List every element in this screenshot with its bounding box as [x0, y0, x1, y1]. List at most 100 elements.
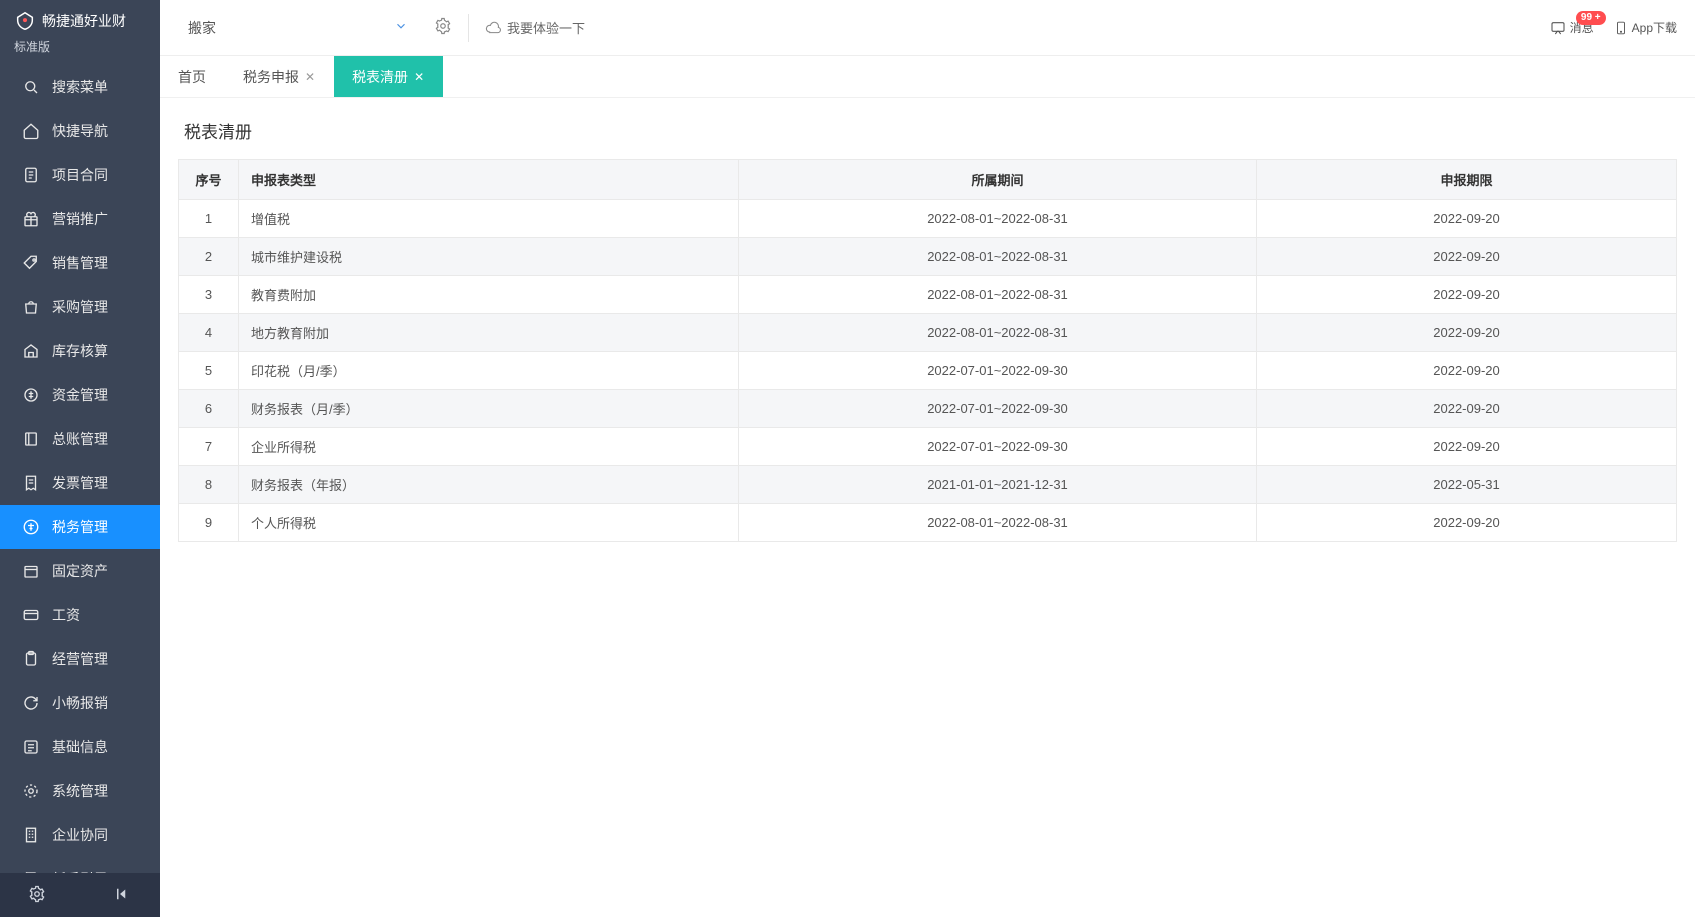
topbar-right: 消息 99 + App下载 — [1550, 19, 1677, 36]
sidebar-item-label: 小畅报销 — [52, 693, 108, 713]
tab-declare[interactable]: 税务申报 ✕ — [225, 56, 334, 97]
sidebar-item-system[interactable]: 系统管理 — [0, 769, 160, 813]
tab-label: 首页 — [178, 67, 206, 87]
sidebar-item-report[interactable]: 小畅报销 — [0, 681, 160, 725]
table-row[interactable]: 6财务报表（月/季）2022-07-01~2022-09-302022-09-2… — [179, 390, 1677, 428]
cell-idx: 9 — [179, 504, 239, 542]
coin-icon — [22, 386, 40, 404]
cell-type: 印花税（月/季） — [239, 352, 739, 390]
table-row[interactable]: 9个人所得税2022-08-01~2022-08-312022-09-20 — [179, 504, 1677, 542]
sidebar-item-asset[interactable]: 固定资产 — [0, 549, 160, 593]
gear-icon[interactable] — [434, 17, 452, 38]
tab-label: 税务申报 — [243, 67, 299, 87]
try-link[interactable]: 我要体验一下 — [485, 18, 585, 37]
col-type-header: 申报表类型 — [239, 160, 739, 200]
org-selector[interactable]: 搬家 — [178, 11, 418, 45]
sidebar-item-quicknav[interactable]: 快捷导航 — [0, 109, 160, 153]
org-name: 搬家 — [188, 18, 216, 38]
table-row[interactable]: 8财务报表（年报）2021-01-01~2021-12-312022-05-31 — [179, 466, 1677, 504]
settings-icon[interactable] — [28, 885, 46, 906]
cell-idx: 7 — [179, 428, 239, 466]
sidebar-item-label: 采购管理 — [52, 297, 108, 317]
cell-period: 2022-07-01~2022-09-30 — [739, 428, 1257, 466]
table-row[interactable]: 1增值税2022-08-01~2022-08-312022-09-20 — [179, 200, 1677, 238]
sidebar-item-search[interactable]: 搜索菜单 — [0, 65, 160, 109]
reload-icon — [22, 694, 40, 712]
sidebar-item-invoice[interactable]: 发票管理 — [0, 461, 160, 505]
app-label: App下载 — [1632, 19, 1677, 36]
sidebar-item-coop[interactable]: 企业协同 — [0, 813, 160, 857]
book-icon — [22, 430, 40, 448]
sidebar-item-label: 库存核算 — [52, 341, 108, 361]
col-idx-header: 序号 — [179, 160, 239, 200]
sidebar-item-label: 销售管理 — [52, 253, 108, 273]
search-icon — [22, 78, 40, 96]
cell-period: 2022-08-01~2022-08-31 — [739, 504, 1257, 542]
tab-label: 税表清册 — [352, 67, 408, 87]
sidebar-item-guide[interactable]: 新手引导 — [0, 857, 160, 873]
sidebar-item-label: 项目合同 — [52, 165, 108, 185]
sidebar-item-label: 营销推广 — [52, 209, 108, 229]
brand: 畅捷通好业财 — [0, 0, 160, 38]
table-row[interactable]: 3教育费附加2022-08-01~2022-08-312022-09-20 — [179, 276, 1677, 314]
try-label: 我要体验一下 — [507, 18, 585, 37]
collapse-icon[interactable] — [114, 885, 132, 906]
sidebar-item-label: 税务管理 — [52, 517, 108, 537]
info-icon — [22, 738, 40, 756]
tag-icon — [22, 254, 40, 272]
sidebar-item-basic[interactable]: 基础信息 — [0, 725, 160, 769]
cell-deadline: 2022-09-20 — [1257, 238, 1677, 276]
sidebar-item-stock[interactable]: 库存核算 — [0, 329, 160, 373]
cog-icon — [22, 782, 40, 800]
sidebar-item-promo[interactable]: 营销推广 — [0, 197, 160, 241]
chevron-down-icon — [394, 19, 408, 36]
sidebar-item-tax[interactable]: 税务管理 — [0, 505, 160, 549]
table-row[interactable]: 4地方教育附加2022-08-01~2022-08-312022-09-20 — [179, 314, 1677, 352]
sidebar-item-salary[interactable]: 工资 — [0, 593, 160, 637]
tab-list[interactable]: 税表清册 ✕ — [334, 56, 443, 97]
phone-icon — [1614, 20, 1628, 36]
cell-idx: 8 — [179, 466, 239, 504]
chat-icon — [1550, 20, 1566, 36]
table-row[interactable]: 5印花税（月/季）2022-07-01~2022-09-302022-09-20 — [179, 352, 1677, 390]
cell-deadline: 2022-09-20 — [1257, 352, 1677, 390]
sidebar-item-project[interactable]: 项目合同 — [0, 153, 160, 197]
content: 税表清册 序号 申报表类型 所属期间 申报期限 1增值税2022-08-01~2… — [160, 98, 1695, 917]
sidebar-item-purchase[interactable]: 采购管理 — [0, 285, 160, 329]
sidebar-item-ledger[interactable]: 总账管理 — [0, 417, 160, 461]
cell-deadline: 2022-09-20 — [1257, 200, 1677, 238]
cell-type: 个人所得税 — [239, 504, 739, 542]
sidebar-item-label: 搜索菜单 — [52, 77, 108, 97]
brand-logo-icon — [14, 10, 36, 32]
sidebar-item-fund[interactable]: 资金管理 — [0, 373, 160, 417]
sidebar-item-biz[interactable]: 经营管理 — [0, 637, 160, 681]
app-download-button[interactable]: App下载 — [1614, 19, 1677, 36]
sidebar-item-sales[interactable]: 销售管理 — [0, 241, 160, 285]
table-row[interactable]: 7企业所得税2022-07-01~2022-09-302022-09-20 — [179, 428, 1677, 466]
topbar: 搬家 我要体验一下 消息 99 + — [160, 0, 1695, 56]
close-icon[interactable]: ✕ — [414, 70, 424, 84]
sidebar-item-label: 工资 — [52, 605, 80, 625]
tab-home[interactable]: 首页 — [160, 56, 225, 97]
cell-idx: 3 — [179, 276, 239, 314]
cell-deadline: 2022-09-20 — [1257, 390, 1677, 428]
tax-icon — [22, 518, 40, 536]
cell-type: 增值税 — [239, 200, 739, 238]
cell-deadline: 2022-05-31 — [1257, 466, 1677, 504]
cell-period: 2022-08-01~2022-08-31 — [739, 314, 1257, 352]
sidebar-item-label: 基础信息 — [52, 737, 108, 757]
cell-idx: 5 — [179, 352, 239, 390]
main: 搬家 我要体验一下 消息 99 + — [160, 0, 1695, 917]
close-icon[interactable]: ✕ — [305, 70, 315, 84]
cell-type: 地方教育附加 — [239, 314, 739, 352]
table-row[interactable]: 2城市维护建设税2022-08-01~2022-08-312022-09-20 — [179, 238, 1677, 276]
cell-period: 2022-07-01~2022-09-30 — [739, 352, 1257, 390]
bag-icon — [22, 298, 40, 316]
cell-deadline: 2022-09-20 — [1257, 504, 1677, 542]
cell-idx: 6 — [179, 390, 239, 428]
sidebar-footer — [0, 873, 160, 917]
sidebar-nav: 搜索菜单快捷导航项目合同营销推广销售管理采购管理库存核算资金管理总账管理发票管理… — [0, 65, 160, 873]
messages-button[interactable]: 消息 99 + — [1550, 19, 1594, 36]
cell-deadline: 2022-09-20 — [1257, 314, 1677, 352]
cell-type: 教育费附加 — [239, 276, 739, 314]
